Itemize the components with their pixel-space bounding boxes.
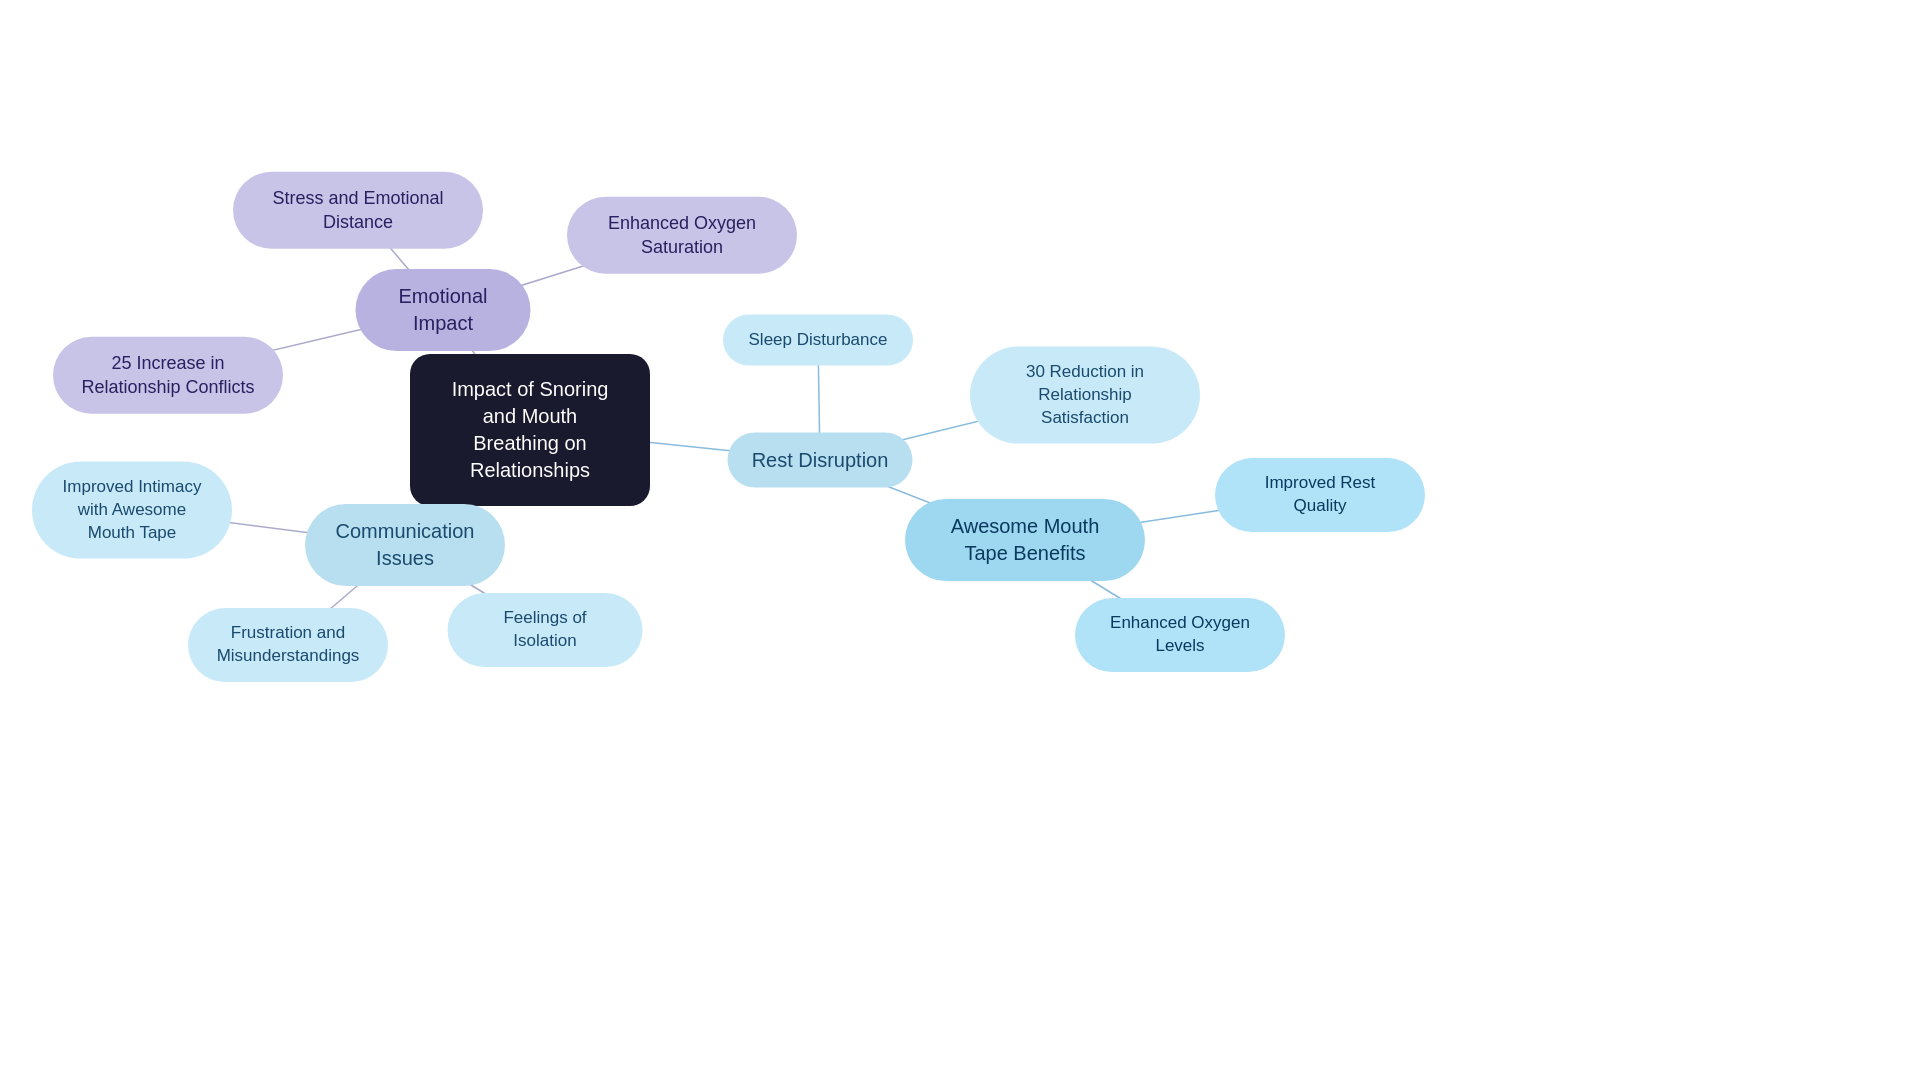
center-node: Impact of Snoring and Mouth Breathing on… <box>410 354 650 506</box>
emotional-impact-node: Emotional Impact <box>356 269 531 351</box>
stress-node: Stress and Emotional Distance <box>233 172 483 249</box>
communication-node: Communication Issues <box>305 504 505 586</box>
rest-disruption-node: Rest Disruption <box>728 433 913 488</box>
enhanced-oxygen2-node: Enhanced Oxygen Levels <box>1075 598 1285 672</box>
mouth-tape-benefits-node: Awesome Mouth Tape Benefits <box>905 499 1145 581</box>
isolation-node: Feelings of Isolation <box>448 593 643 667</box>
sleep-disturbance-node: Sleep Disturbance <box>723 315 913 366</box>
improved-intimacy-node: Improved Intimacy with Awesome Mouth Tap… <box>32 462 232 559</box>
mind-map-canvas: Impact of Snoring and Mouth Breathing on… <box>0 0 1920 1083</box>
improved-rest-node: Improved Rest Quality <box>1215 458 1425 532</box>
frustration-node: Frustration and Misunderstandings <box>188 608 388 682</box>
conflicts-node: 25 Increase in Relationship Conflicts <box>53 337 283 414</box>
reduction-node: 30 Reduction in Relationship Satisfactio… <box>970 347 1200 444</box>
enhanced-oxygen-node: Enhanced Oxygen Saturation <box>567 197 797 274</box>
